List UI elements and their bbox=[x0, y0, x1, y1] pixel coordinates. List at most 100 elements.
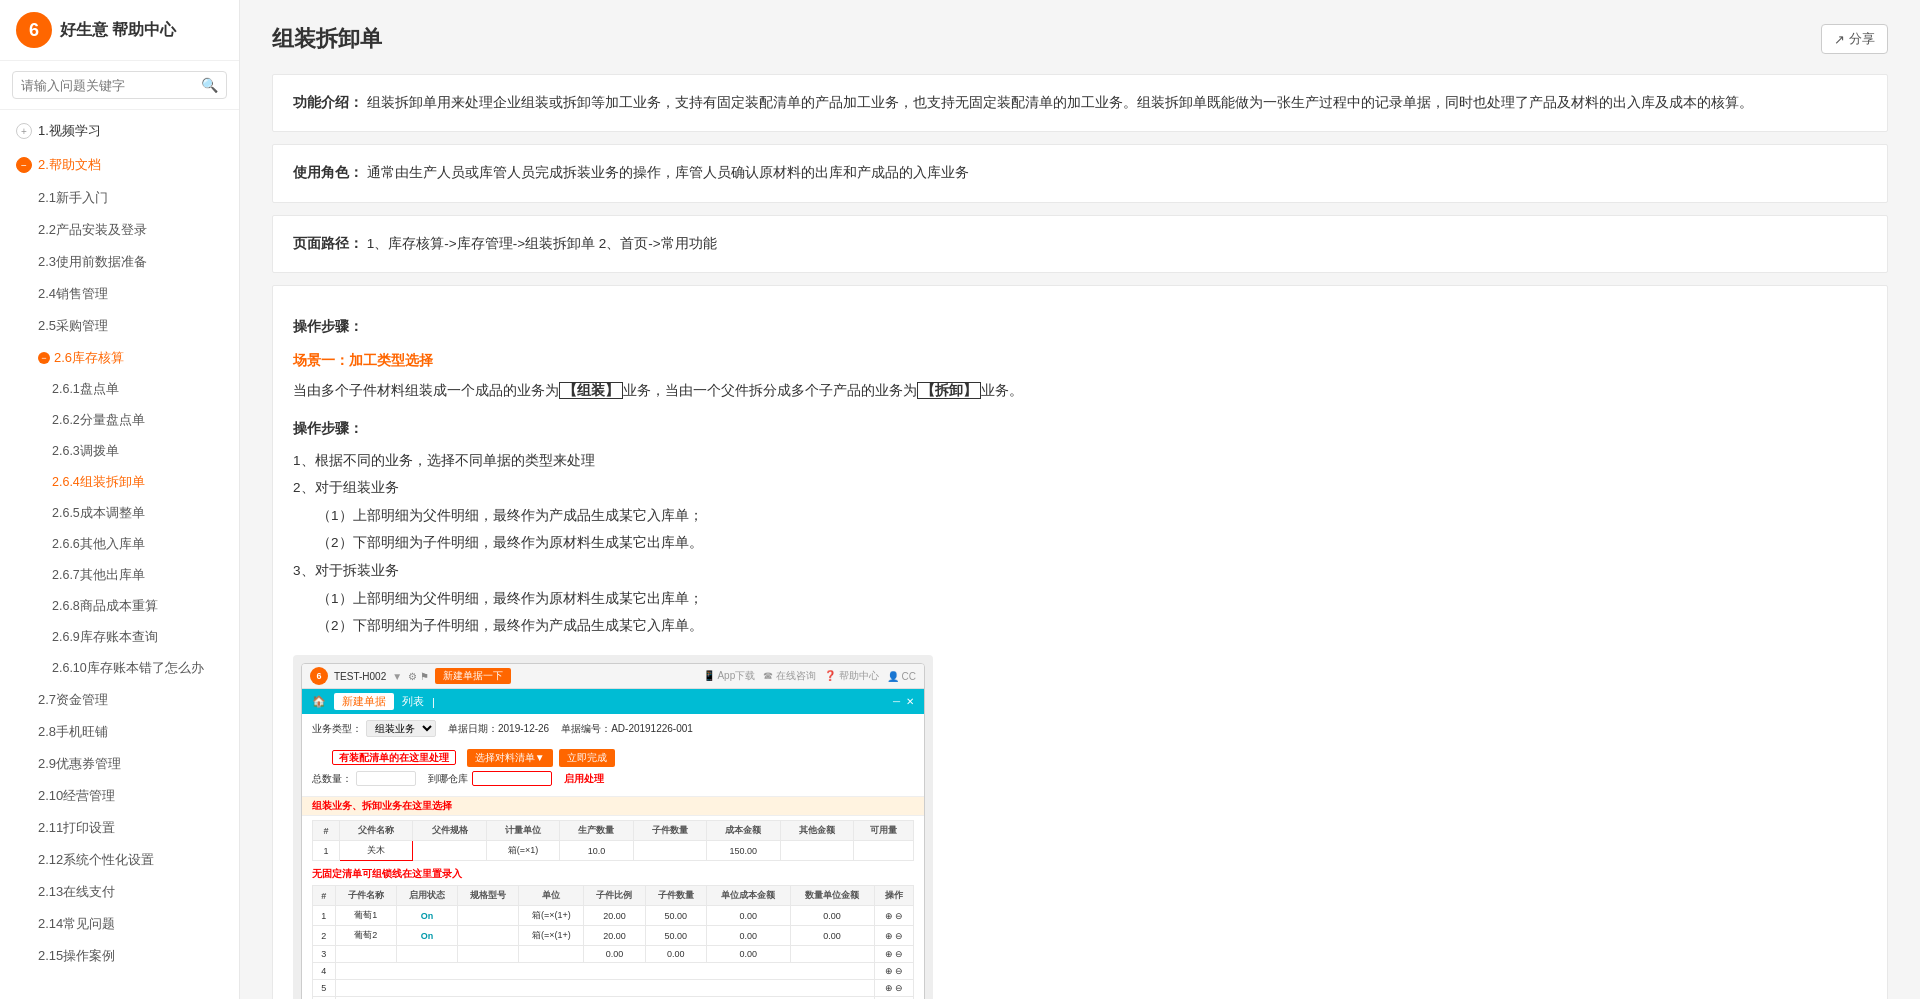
close-btn[interactable]: ✕ bbox=[906, 696, 914, 707]
sidebar-item-2-6-10[interactable]: 2.6.10库存账本错了怎么办 bbox=[0, 653, 239, 684]
role-card: 使用角色： 通常由生产人员或库管人员完成拆装业务的操作，库管人员确认原材料的出库… bbox=[272, 144, 1888, 202]
step-2: 2、对于组装业务 bbox=[293, 475, 1867, 501]
table-row: 1 关木 箱(=×1) 10.0 150.00 bbox=[313, 841, 914, 861]
lrow3-status bbox=[396, 946, 457, 963]
sidebar-item-2-2[interactable]: 2.2产品安装及登录 bbox=[0, 214, 239, 246]
col-num: # bbox=[313, 821, 340, 841]
sidebar-item-2-8[interactable]: 2.8手机旺铺 bbox=[0, 716, 239, 748]
brand-name: 好生意 帮助中心 bbox=[60, 20, 176, 41]
sidebar-item-2-15[interactable]: 2.15操作案例 bbox=[0, 940, 239, 972]
lrow2-unit: 箱(=×(1+) bbox=[519, 926, 584, 946]
lrow1-name: 葡萄1 bbox=[335, 906, 396, 926]
table-header-row: # 父件名称 父件规格 计量单位 生产数量 子件数量 成本金额 其他金额 可用量 bbox=[313, 821, 914, 841]
path-label: 页面路径： bbox=[293, 236, 363, 251]
sidebar-item-2-7[interactable]: 2.7资金管理 bbox=[0, 684, 239, 716]
lrow3-unit bbox=[519, 946, 584, 963]
type-label: 业务类型： bbox=[312, 722, 362, 736]
app-screenshot: 6 TEST-H002 ▼ ⚙ ⚑ 新建单据一下 📱 App下载 ☎ 在线咨询 … bbox=[301, 663, 925, 999]
lrow3-qty: 0.00 bbox=[645, 946, 706, 963]
order-label: 单据编号：AD-20191226-001 bbox=[561, 722, 693, 736]
lcol-num: # bbox=[313, 886, 336, 906]
sidebar-item-2-6-8[interactable]: 2.6.8商品成本重算 bbox=[0, 591, 239, 622]
sidebar-item-docs[interactable]: − 2.帮助文档 bbox=[0, 148, 239, 182]
lower-table-body: 1 葡萄1 On 箱(=×(1+) 20.00 50.00 0.00 0.00 … bbox=[313, 906, 914, 999]
step-3-1: （1）上部明细为父件明细，最终作为原材料生成某它出库单； bbox=[317, 586, 1867, 612]
lrow1-cost2: 0.00 bbox=[790, 906, 874, 926]
lrow1-num: 1 bbox=[313, 906, 336, 926]
cell-sub-qty bbox=[633, 841, 706, 861]
new-doc-btn[interactable]: 新建单据一下 bbox=[435, 668, 511, 684]
page-title: 组装拆卸单 bbox=[272, 24, 382, 54]
sidebar-item-2-6-9[interactable]: 2.6.9库存账本查询 bbox=[0, 622, 239, 653]
screenshot-container: 6 TEST-H002 ▼ ⚙ ⚑ 新建单据一下 📱 App下载 ☎ 在线咨询 … bbox=[293, 655, 933, 999]
qty-input[interactable] bbox=[356, 771, 416, 786]
share-button[interactable]: ↗ 分享 bbox=[1821, 24, 1888, 54]
sidebar-item-2-6-2[interactable]: 2.6.2分量盘点单 bbox=[0, 405, 239, 436]
lcol-spec: 规格型号 bbox=[458, 886, 519, 906]
form-area: 业务类型： 组装业务 拆卸业务 单据日期：2019-12-26 单据编号：AD-… bbox=[302, 714, 924, 797]
confirm-btn[interactable]: 立即完成 bbox=[559, 749, 615, 767]
lrow2-status: On bbox=[396, 926, 457, 946]
sidebar-item-2-14[interactable]: 2.14常见问题 bbox=[0, 908, 239, 940]
sidebar-item-2-12[interactable]: 2.12系统个性化设置 bbox=[0, 844, 239, 876]
sidebar-item-label: 1.视频学习 bbox=[38, 122, 101, 140]
lrow2-op: ⊕ ⊖ bbox=[874, 926, 913, 946]
lcol-ratio: 子件比例 bbox=[584, 886, 645, 906]
warehouse-input[interactable] bbox=[472, 771, 552, 786]
lrow1-unit: 箱(=×(1+) bbox=[519, 906, 584, 926]
sidebar-item-2-6-3[interactable]: 2.6.3调拨单 bbox=[0, 436, 239, 467]
sidebar-item-2-9[interactable]: 2.9优惠券管理 bbox=[0, 748, 239, 780]
upper-table-area: # 父件名称 父件规格 计量单位 生产数量 子件数量 成本金额 其他金额 可用量 bbox=[302, 816, 924, 865]
lcol-status: 启用状态 bbox=[396, 886, 457, 906]
lrow3-spec bbox=[458, 946, 519, 963]
sidebar-item-video[interactable]: + 1.视频学习 bbox=[0, 114, 239, 148]
lrow2-cost2: 0.00 bbox=[790, 926, 874, 946]
sidebar-item-2-6-6[interactable]: 2.6.6其他入库单 bbox=[0, 529, 239, 560]
select-bom-btn[interactable]: 选择对料清单▼ bbox=[467, 749, 553, 767]
expand-icon-docs: − bbox=[16, 157, 32, 173]
type-select[interactable]: 组装业务 拆卸业务 bbox=[366, 720, 436, 737]
sidebar-item-2-10[interactable]: 2.10经营管理 bbox=[0, 780, 239, 812]
intro-card: 功能介绍： 组装拆卸单用来处理企业组装或拆卸等加工业务，支持有固定装配清单的产品… bbox=[272, 74, 1888, 132]
sidebar-item-2-13[interactable]: 2.13在线支付 bbox=[0, 876, 239, 908]
sidebar-item-2-3[interactable]: 2.3使用前数据准备 bbox=[0, 246, 239, 278]
new-doc-tab[interactable]: 新建单据 bbox=[334, 693, 394, 710]
step-2-1: （1）上部明细为父件明细，最终作为产成品生成某它入库单； bbox=[317, 503, 1867, 529]
lrow3-cost1: 0.00 bbox=[706, 946, 790, 963]
col-parent-spec: 父件规格 bbox=[413, 821, 486, 841]
cell-name: 关木 bbox=[339, 841, 412, 861]
app-icon-2: ☎ 在线咨询 bbox=[763, 669, 816, 683]
role-text: 通常由生产人员或库管人员完成拆装业务的操作，库管人员确认原材料的出库和产成品的入… bbox=[367, 165, 969, 180]
cell-available bbox=[853, 841, 913, 861]
sidebar-item-2-6-1[interactable]: 2.6.1盘点单 bbox=[0, 374, 239, 405]
home-icon: 🏠 bbox=[312, 695, 326, 708]
search-icon[interactable]: 🔍 bbox=[201, 77, 218, 93]
search-input[interactable] bbox=[21, 78, 201, 93]
app-top-bar: 6 TEST-H002 ▼ ⚙ ⚑ 新建单据一下 📱 App下载 ☎ 在线咨询 … bbox=[302, 664, 924, 689]
app-logo: 6 bbox=[310, 667, 328, 685]
warehouse-field: 总数量： bbox=[312, 771, 416, 786]
sidebar-item-2-6-4[interactable]: 2.6.4组装拆卸单 bbox=[0, 467, 239, 498]
lrow4-op: ⊕ ⊖ bbox=[874, 963, 913, 980]
upper-table-body: 1 关木 箱(=×1) 10.0 150.00 bbox=[313, 841, 914, 861]
sidebar-item-2-5[interactable]: 2.5采购管理 bbox=[0, 310, 239, 342]
lcol-name: 子件名称 bbox=[335, 886, 396, 906]
col-cost: 成本金额 bbox=[707, 821, 780, 841]
step-3-2: （2）下部明细为子件明细，最终作为产成品生成某它入库单。 bbox=[317, 613, 1867, 639]
minimize-btn[interactable]: ─ bbox=[893, 696, 900, 707]
lcol-qty: 子件数量 bbox=[645, 886, 706, 906]
sidebar-item-2-11[interactable]: 2.11打印设置 bbox=[0, 812, 239, 844]
sidebar-item-2-6[interactable]: − 2.6库存核算 bbox=[0, 342, 239, 374]
search-wrap[interactable]: 🔍 bbox=[12, 71, 227, 99]
app-icon-4: 👤 CC bbox=[887, 671, 916, 682]
upper-table: # 父件名称 父件规格 计量单位 生产数量 子件数量 成本金额 其他金额 可用量 bbox=[312, 820, 914, 861]
sidebar-item-2-4[interactable]: 2.4销售管理 bbox=[0, 278, 239, 310]
sidebar-item-2-6-5[interactable]: 2.6.5成本调整单 bbox=[0, 498, 239, 529]
steps-label: 操作步骤： bbox=[293, 420, 1867, 438]
step-3: 3、对于拆装业务 bbox=[293, 558, 1867, 584]
settings-icons: ⚙ ⚑ bbox=[408, 671, 429, 682]
sidebar-item-2-6-7[interactable]: 2.6.7其他出库单 bbox=[0, 560, 239, 591]
step-1: 1、根据不同的业务，选择不同单据的类型来处理 bbox=[293, 448, 1867, 474]
sidebar-item-2-1[interactable]: 2.1新手入门 bbox=[0, 182, 239, 214]
list-tab[interactable]: 列表 bbox=[402, 694, 424, 709]
